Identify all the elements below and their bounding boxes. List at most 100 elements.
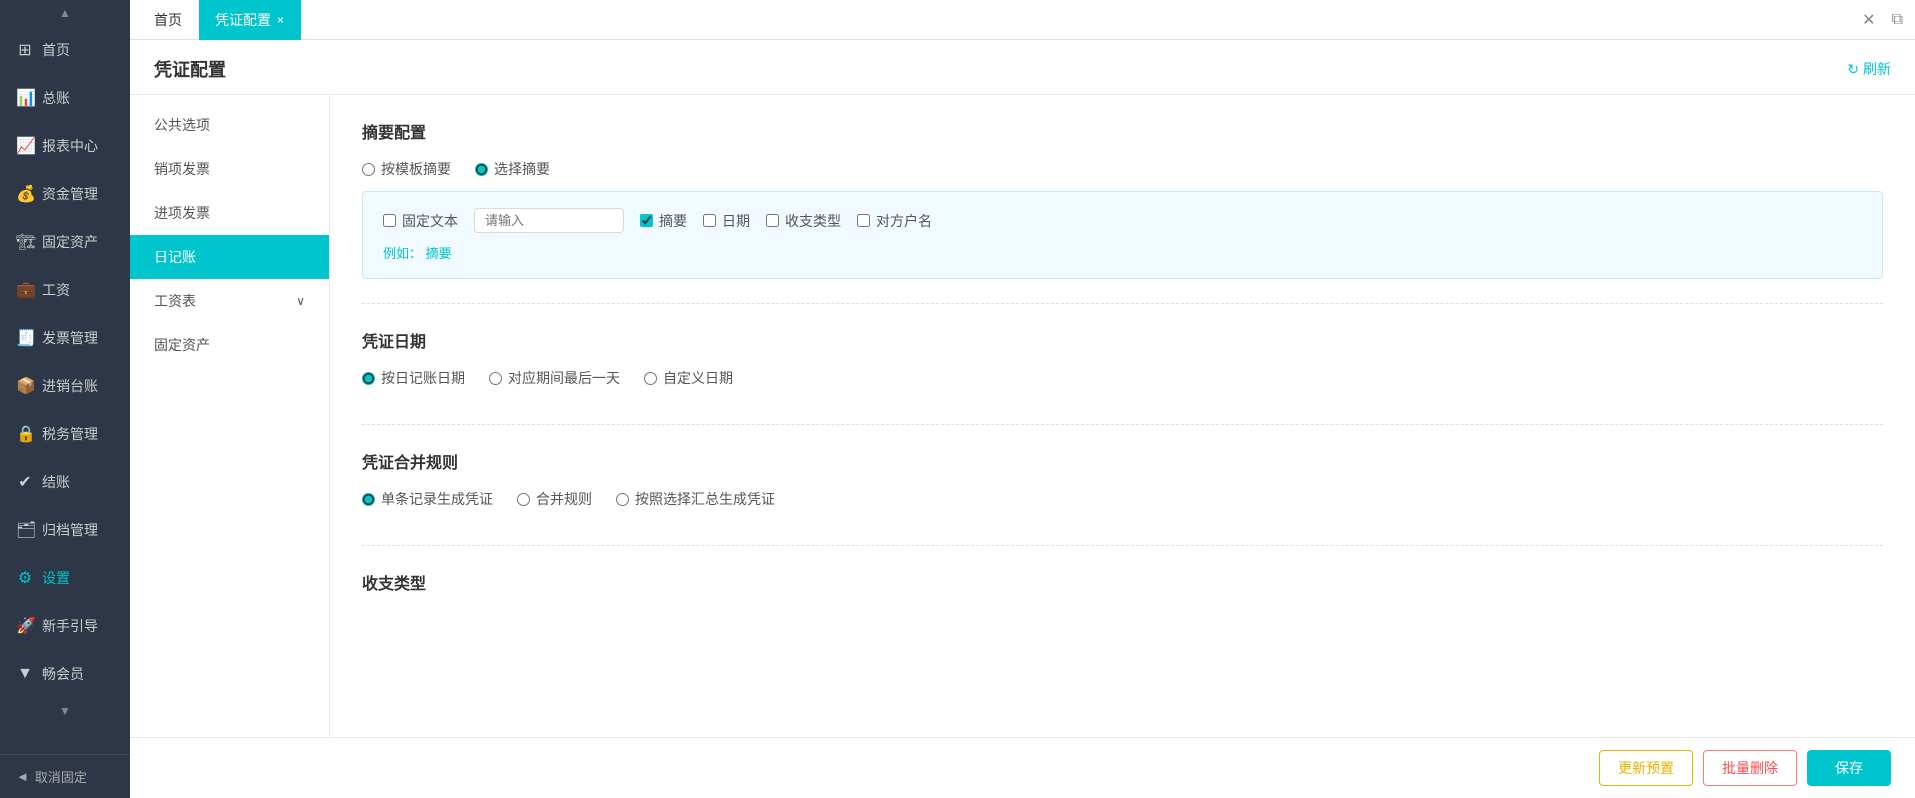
checkbox-income-type[interactable]: 收支类型: [766, 211, 841, 231]
archive-icon: 🗂: [16, 520, 34, 540]
sidebar-item-report-center[interactable]: 📈 报表中心: [0, 122, 130, 170]
left-nav-fixed-assets[interactable]: 固定资产: [130, 323, 329, 367]
sidebar-item-settings[interactable]: ⚙ 设置: [0, 554, 130, 602]
radio-template-summary-input[interactable]: [362, 163, 375, 176]
radio-single-record[interactable]: 单条记录生成凭证: [362, 489, 493, 509]
page-title: 凭证配置: [154, 56, 226, 82]
guide-icon: 🚀: [16, 616, 34, 636]
checkbox-counterpart[interactable]: 对方户名: [857, 211, 932, 231]
sidebar-scroll-up[interactable]: ▲: [0, 0, 130, 26]
sidebar-item-purchase-sales[interactable]: 📦 进销台账: [0, 362, 130, 410]
tab-close-icon[interactable]: ×: [277, 13, 284, 27]
merge-rules-title: 凭证合并规则: [362, 449, 1883, 473]
bottom-bar: 更新预置 批量删除 保存: [130, 737, 1915, 798]
radio-merge-rules[interactable]: 合并规则: [517, 489, 592, 509]
ledger-icon: 📊: [16, 88, 34, 108]
sidebar-item-archive[interactable]: 🗂 归档管理: [0, 506, 130, 554]
window-resize-button[interactable]: ⧉: [1888, 11, 1907, 29]
sidebar-item-invoice-management[interactable]: 🧾 发票管理: [0, 314, 130, 362]
checkbox-summary-input[interactable]: [640, 214, 653, 227]
sidebar-item-fixed-assets[interactable]: 🏗 固定资产: [0, 218, 130, 266]
left-nav-journal[interactable]: 日记账: [130, 235, 329, 279]
merge-rules-section: 凭证合并规则 单条记录生成凭证 合并规则 按照选择汇总生成凭证: [362, 449, 1883, 546]
sidebar-item-payroll[interactable]: 💼 工资: [0, 266, 130, 314]
tab-bar-actions: ✕ ⧉: [1858, 10, 1907, 30]
sidebar-item-fund-management[interactable]: 💰 资金管理: [0, 170, 130, 218]
radio-single-record-input[interactable]: [362, 493, 375, 506]
income-expense-section: 收支类型: [362, 570, 1883, 634]
left-nav-public-options[interactable]: 公共选项: [130, 103, 329, 147]
checkbox-date-input[interactable]: [703, 214, 716, 227]
radio-last-day[interactable]: 对应期间最后一天: [489, 368, 620, 388]
page-header: 凭证配置 ↻ 刷新: [130, 40, 1915, 95]
left-nav-sales-invoice[interactable]: 销项发票: [130, 147, 329, 191]
voucher-date-title: 凭证日期: [362, 328, 1883, 352]
batch-delete-button[interactable]: 批量删除: [1703, 750, 1797, 786]
voucher-date-section: 凭证日期 按日记账日期 对应期间最后一天 自定义日期: [362, 328, 1883, 425]
sidebar-item-tax-management[interactable]: 🔒 税务管理: [0, 410, 130, 458]
checkbox-summary[interactable]: 摘要: [640, 211, 687, 231]
payroll-icon: 💼: [16, 280, 34, 300]
refresh-button[interactable]: ↻ 刷新: [1847, 59, 1891, 79]
income-expense-title: 收支类型: [362, 570, 1883, 594]
tab-home[interactable]: 首页: [138, 0, 199, 40]
checkbox-counterpart-input[interactable]: [857, 214, 870, 227]
settings-icon: ⚙: [16, 568, 34, 588]
sidebar-item-guide[interactable]: 🚀 新手引导: [0, 602, 130, 650]
left-nav-payroll-table[interactable]: 工资表 ∨: [130, 279, 329, 323]
radio-custom-date-input[interactable]: [644, 372, 657, 385]
fixed-text-input[interactable]: [474, 208, 624, 233]
assets-icon: 🏗: [16, 232, 34, 252]
merge-rules-radio-row: 单条记录生成凭证 合并规则 按照选择汇总生成凭证: [362, 489, 1883, 509]
home-icon: ⊞: [16, 40, 34, 60]
summary-preview: 例如： 摘要: [383, 243, 1862, 262]
pin-icon: ◄: [16, 769, 29, 784]
radio-journal-date-input[interactable]: [362, 372, 375, 385]
checkbox-fixed-text-input[interactable]: [383, 214, 396, 227]
tax-icon: 🔒: [16, 424, 34, 444]
invoice-icon: 🧾: [16, 328, 34, 348]
refresh-icon: ↻: [1847, 61, 1859, 78]
right-content: 摘要配置 按模板摘要 选择摘要: [330, 95, 1915, 737]
radio-template-summary[interactable]: 按模板摘要: [362, 159, 451, 179]
content-area: 公共选项 销项发票 进项发票 日记账 工资表 ∨ 固定资产: [130, 95, 1915, 737]
vip-icon: ▼: [16, 665, 34, 683]
unpin-button[interactable]: ◄ 取消固定: [0, 754, 130, 798]
sidebar-item-home[interactable]: ⊞ 首页: [0, 26, 130, 74]
main-area: 首页 凭证配置 × ✕ ⧉ 凭证配置 ↻ 刷新 公共选项: [130, 0, 1915, 798]
summary-options-row: 固定文本 摘要 日期: [383, 208, 1862, 233]
left-nav-purchase-invoice[interactable]: 进项发票: [130, 191, 329, 235]
update-preview-button[interactable]: 更新预置: [1599, 750, 1693, 786]
radio-merge-rules-input[interactable]: [517, 493, 530, 506]
tab-bar: 首页 凭证配置 × ✕ ⧉: [130, 0, 1915, 40]
chevron-down-icon: ∨: [296, 294, 305, 308]
radio-last-day-input[interactable]: [489, 372, 502, 385]
radio-select-summary-input[interactable]: [475, 163, 488, 176]
radio-journal-date[interactable]: 按日记账日期: [362, 368, 465, 388]
voucher-date-radio-row: 按日记账日期 对应期间最后一天 自定义日期: [362, 368, 1883, 388]
radio-select-merge-input[interactable]: [616, 493, 629, 506]
page-container: 凭证配置 ↻ 刷新 公共选项 销项发票 进项发票 日记账: [130, 40, 1915, 798]
summary-config-section: 摘要配置 按模板摘要 选择摘要: [362, 119, 1883, 304]
tab-voucher-config[interactable]: 凭证配置 ×: [199, 0, 301, 40]
checkbox-income-type-input[interactable]: [766, 214, 779, 227]
radio-custom-date[interactable]: 自定义日期: [644, 368, 733, 388]
summary-config-title: 摘要配置: [362, 119, 1883, 143]
checkbox-date[interactable]: 日期: [703, 211, 750, 231]
sidebar-item-checkout[interactable]: ✔ 结账: [0, 458, 130, 506]
radio-select-summary[interactable]: 选择摘要: [475, 159, 550, 179]
fund-icon: 💰: [16, 184, 34, 204]
purchase-icon: 📦: [16, 376, 34, 396]
window-close-button[interactable]: ✕: [1858, 10, 1879, 30]
sidebar-scroll-down[interactable]: ▼: [0, 698, 130, 724]
checkout-icon: ✔: [16, 472, 34, 492]
sidebar-item-general-ledger[interactable]: 📊 总账: [0, 74, 130, 122]
left-nav: 公共选项 销项发票 进项发票 日记账 工资表 ∨ 固定资产: [130, 95, 330, 737]
sidebar-item-vip[interactable]: ▼ 畅会员: [0, 650, 130, 698]
radio-select-merge[interactable]: 按照选择汇总生成凭证: [616, 489, 775, 509]
save-button[interactable]: 保存: [1807, 750, 1891, 786]
checkbox-fixed-text[interactable]: 固定文本: [383, 211, 458, 231]
summary-config-box: 固定文本 摘要 日期: [362, 191, 1883, 279]
summary-radio-row: 按模板摘要 选择摘要: [362, 159, 1883, 179]
sidebar: ▲ ⊞ 首页 📊 总账 📈 报表中心 💰 资金管理 🏗 固定资产 💼 工资 🧾 …: [0, 0, 130, 798]
